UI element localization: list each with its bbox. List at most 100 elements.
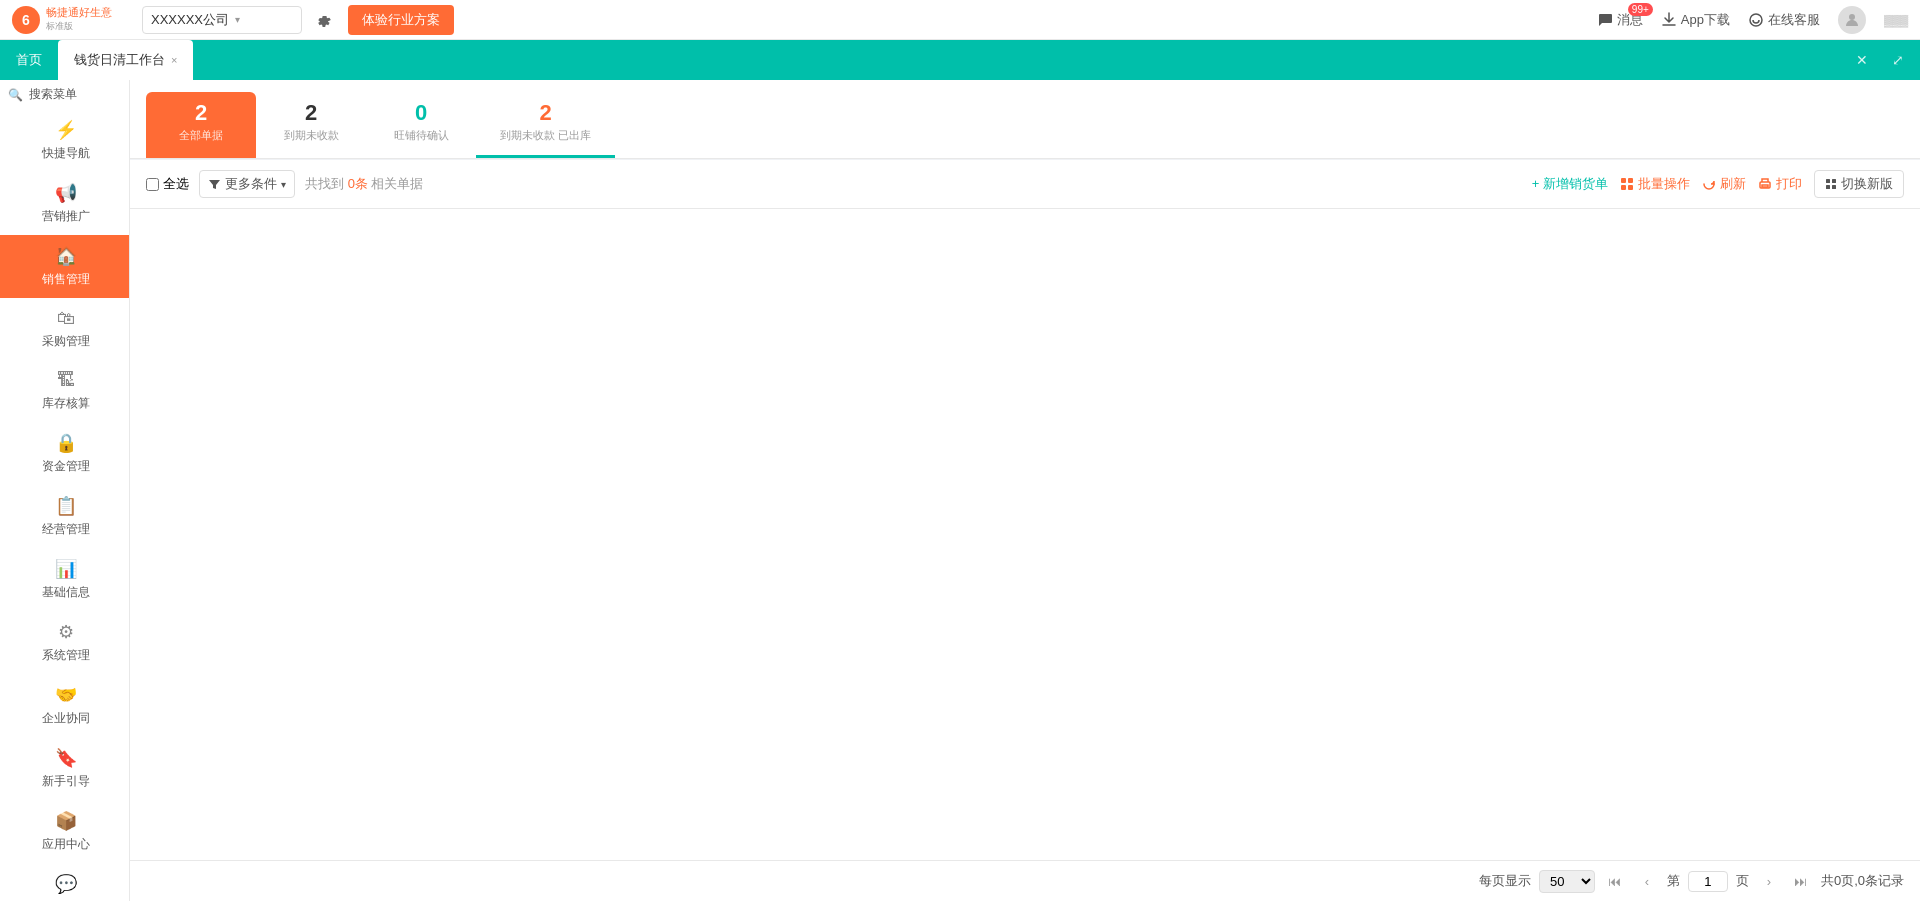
sidebar-item-marketing[interactable]: 📢 营销推广 xyxy=(0,172,129,235)
sidebar-item-guide[interactable]: 🔖 新手引导 xyxy=(0,737,129,800)
select-all-checkbox[interactable]: 全选 xyxy=(146,175,189,193)
page-size-label: 每页显示 xyxy=(1479,872,1531,890)
logo-text-block: 畅捷通好生意 标准版 xyxy=(46,6,112,32)
svg-rect-5 xyxy=(1628,185,1633,190)
guide-icon: 🔖 xyxy=(55,747,77,769)
total-records-label: 共0页,0条记录 xyxy=(1821,872,1904,890)
table-area xyxy=(130,209,1920,860)
company-selector[interactable]: XXXXXX公司 ▾ xyxy=(142,6,302,34)
stat-label-overdue: 到期未收款 xyxy=(280,128,342,143)
svg-rect-8 xyxy=(1826,179,1830,183)
app-download-button[interactable]: App下载 xyxy=(1661,11,1730,29)
system-icon: ⚙ xyxy=(58,621,74,643)
tab-close-button[interactable]: ✕ xyxy=(1848,46,1876,74)
stat-tab-all[interactable]: 2 全部单据 xyxy=(146,92,256,158)
stat-number-overdue: 2 xyxy=(280,100,342,126)
svg-point-1 xyxy=(1849,14,1855,20)
stats-tabs: 2 全部单据 2 到期未收款 0 旺铺待确认 2 到期未收款 已出库 xyxy=(130,80,1920,159)
new-sale-button[interactable]: + 新增销货单 xyxy=(1532,175,1608,193)
stat-label-all: 全部单据 xyxy=(170,128,232,143)
print-button[interactable]: 打印 xyxy=(1758,175,1802,193)
trial-button[interactable]: 体验行业方案 xyxy=(348,5,454,35)
stat-label-overdue-stock: 到期未收款 已出库 xyxy=(500,128,591,143)
sidebar-item-wechat[interactable]: 💬 企业微信 xyxy=(0,863,129,901)
sidebar-item-collab[interactable]: 🤝 企业协同 xyxy=(0,674,129,737)
switch-version-button[interactable]: 切换新版 xyxy=(1814,170,1904,198)
pagination: 每页显示 50 10 20 100 ⏮ ‹ 第 页 › ⏭ 共0页,0条记录 xyxy=(130,860,1920,901)
chevron-down-icon: ▾ xyxy=(281,179,286,190)
sidebar-item-finance[interactable]: 🔒 资金管理 xyxy=(0,422,129,485)
inventory-icon: 🏗 xyxy=(57,370,75,391)
top-bar: 6 畅捷通好生意 标准版 XXXXXX公司 ▾ 体验行业方案 消息 99+ Ap… xyxy=(0,0,1920,40)
sidebar-item-app-center[interactable]: 📦 应用中心 xyxy=(0,800,129,863)
tab-bar-actions: ✕ ⤢ xyxy=(1848,46,1920,74)
sidebar-item-purchase[interactable]: 🛍 采购管理 xyxy=(0,298,129,360)
search-icon: 🔍 xyxy=(8,88,23,102)
sidebar-search[interactable]: 🔍 搜索菜单 xyxy=(0,80,129,109)
filter-button[interactable]: 更多条件 ▾ xyxy=(199,170,295,198)
logo-badge: 标准版 xyxy=(46,20,112,33)
stat-tab-overdue[interactable]: 2 到期未收款 xyxy=(256,92,366,158)
prev-page-button[interactable]: ‹ xyxy=(1635,869,1659,893)
message-button[interactable]: 消息 99+ xyxy=(1597,11,1643,29)
svg-rect-3 xyxy=(1628,178,1633,183)
toolbar: 全选 更多条件 ▾ 共找到 0条 相关单据 + 新增销货单 批量操作 xyxy=(130,160,1920,209)
tab-bar: 首页 钱货日清工作台 × ✕ ⤢ xyxy=(0,40,1920,80)
base-info-icon: 📊 xyxy=(55,558,77,580)
top-right-area: 消息 99+ App下载 在线客服 ▓▓▓ xyxy=(1597,6,1908,34)
page-size-select[interactable]: 50 10 20 100 xyxy=(1539,870,1595,893)
next-page-button[interactable]: › xyxy=(1757,869,1781,893)
finance-icon: 🔒 xyxy=(55,432,77,454)
stat-number-overdue-stock: 2 xyxy=(500,100,591,126)
stat-tab-overdue-stock[interactable]: 2 到期未收款 已出库 xyxy=(476,92,615,158)
svg-rect-11 xyxy=(1832,185,1836,189)
sidebar-item-operations[interactable]: 📋 经营管理 xyxy=(0,485,129,548)
message-badge: 99+ xyxy=(1628,3,1653,16)
sidebar-item-quick-nav[interactable]: ⚡ 快捷导航 xyxy=(0,109,129,172)
refresh-button[interactable]: 刷新 xyxy=(1702,175,1746,193)
logo-area: 6 畅捷通好生意 标准版 xyxy=(12,6,142,34)
svg-rect-9 xyxy=(1832,179,1836,183)
sidebar-item-inventory[interactable]: 🏗 库存核算 xyxy=(0,360,129,422)
wechat-icon: 💬 xyxy=(55,873,77,895)
tab-close-icon[interactable]: × xyxy=(171,54,177,66)
page-label-first: 第 xyxy=(1667,872,1680,890)
svg-rect-7 xyxy=(1762,185,1768,187)
settings-button[interactable] xyxy=(310,6,338,34)
content-area: 2 全部单据 2 到期未收款 0 旺铺待确认 2 到期未收款 已出库 全选 xyxy=(130,80,1920,901)
operations-icon: 📋 xyxy=(55,495,77,517)
toolbar-right: + 新增销货单 批量操作 刷新 打印 切换新版 xyxy=(1532,170,1904,198)
sidebar-item-sales[interactable]: 🏠 销售管理 xyxy=(0,235,129,298)
tab-workbench[interactable]: 钱货日清工作台 × xyxy=(58,40,193,80)
stat-tab-pending[interactable]: 0 旺铺待确认 xyxy=(366,92,476,158)
purchase-icon: 🛍 xyxy=(57,308,75,329)
online-service-button[interactable]: 在线客服 xyxy=(1748,11,1820,29)
logo-icon: 6 xyxy=(12,6,40,34)
sidebar-item-base-info[interactable]: 📊 基础信息 xyxy=(0,548,129,611)
main-layout: 🔍 搜索菜单 ⚡ 快捷导航 📢 营销推广 🏠 销售管理 🛍 采购管理 🏗 库存核… xyxy=(0,80,1920,901)
last-page-button[interactable]: ⏭ xyxy=(1789,869,1813,893)
collab-icon: 🤝 xyxy=(55,684,77,706)
chevron-down-icon: ▾ xyxy=(235,14,240,25)
sidebar-item-system[interactable]: ⚙ 系统管理 xyxy=(0,611,129,674)
logo-text: 畅捷通好生意 xyxy=(46,6,112,19)
svg-point-0 xyxy=(1750,14,1762,26)
tab-expand-button[interactable]: ⤢ xyxy=(1884,46,1912,74)
marketing-icon: 📢 xyxy=(55,182,77,204)
found-count: 0条 xyxy=(348,176,368,191)
stat-number-all: 2 xyxy=(170,100,232,126)
username-display: ▓▓▓ xyxy=(1884,14,1908,26)
select-all-input[interactable] xyxy=(146,178,159,191)
stat-label-pending: 旺铺待确认 xyxy=(390,128,452,143)
page-input[interactable] xyxy=(1688,871,1728,892)
first-page-button[interactable]: ⏮ xyxy=(1603,869,1627,893)
svg-rect-10 xyxy=(1826,185,1830,189)
tab-home[interactable]: 首页 xyxy=(0,40,58,80)
sidebar: 🔍 搜索菜单 ⚡ 快捷导航 📢 营销推广 🏠 销售管理 🛍 采购管理 🏗 库存核… xyxy=(0,80,130,901)
page-label-last: 页 xyxy=(1736,872,1749,890)
batch-button[interactable]: 批量操作 xyxy=(1620,175,1690,193)
sales-icon: 🏠 xyxy=(55,245,77,267)
avatar[interactable] xyxy=(1838,6,1866,34)
found-text: 共找到 0条 相关单据 xyxy=(305,175,423,193)
company-name: XXXXXX公司 xyxy=(151,11,229,29)
